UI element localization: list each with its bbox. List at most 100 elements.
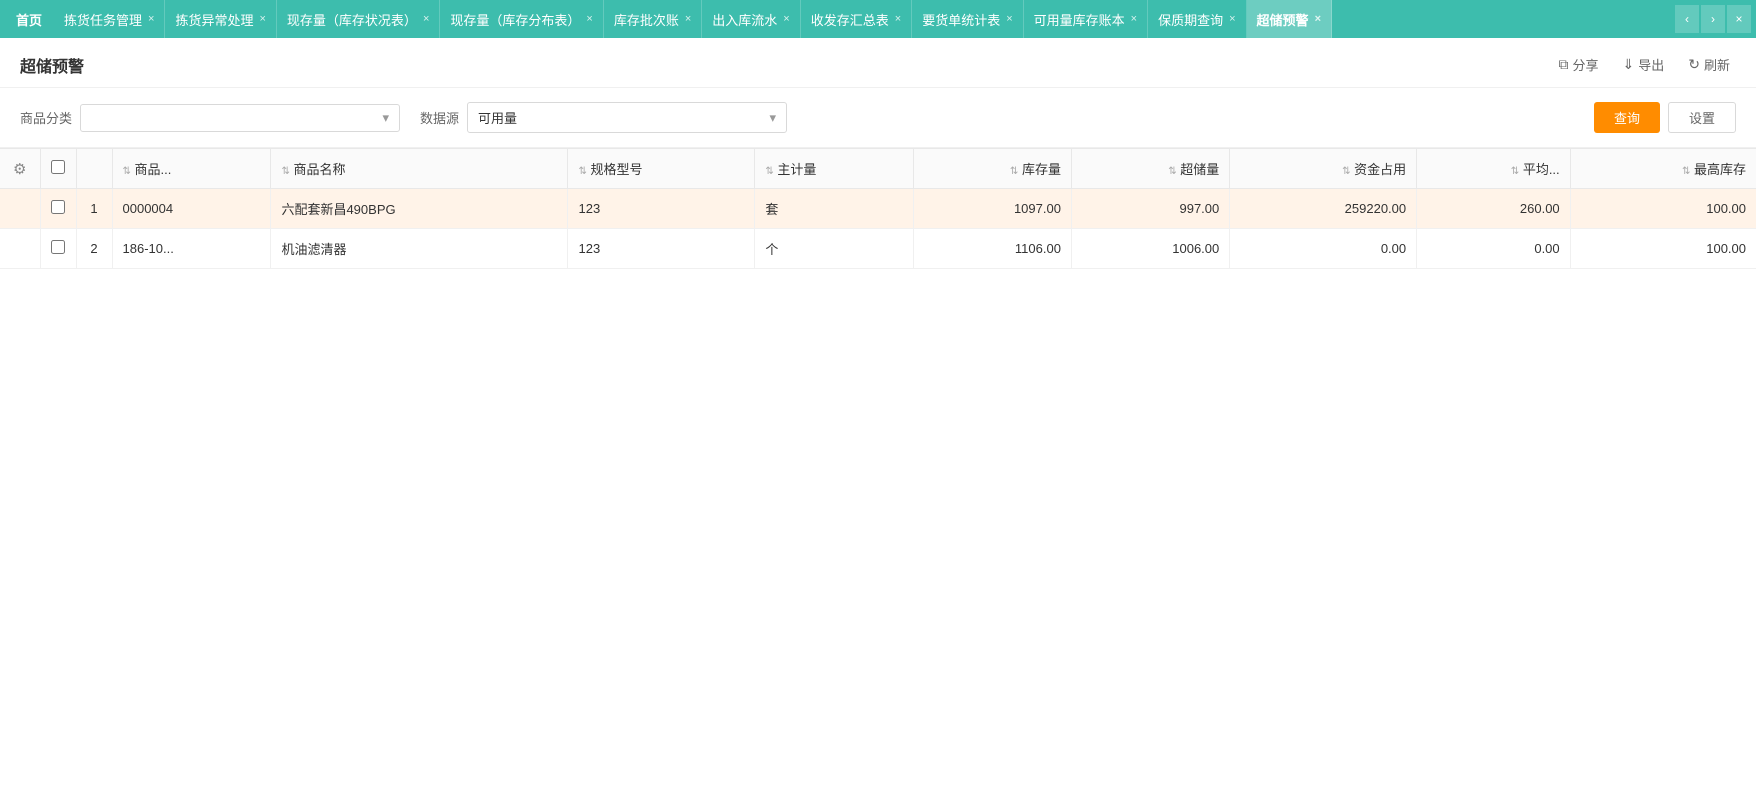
th-setting[interactable]: ⚙ — [0, 149, 40, 189]
close-tab-4[interactable]: × — [685, 13, 691, 25]
th-unit[interactable]: ⇅ 主计量 — [755, 149, 913, 189]
category-filter-group: 商品分类 ▾ — [20, 104, 400, 132]
nav-tab-5[interactable]: 出入库流水 × — [702, 0, 800, 38]
close-tab-3[interactable]: × — [586, 13, 592, 25]
close-tab-0[interactable]: × — [148, 13, 154, 25]
category-label: 商品分类 — [20, 108, 72, 127]
sort-icon: ⇅ — [1511, 166, 1519, 177]
nav-arrows: ‹ › × — [1674, 5, 1752, 33]
td-spec-0: 123 — [568, 189, 755, 229]
sort-icon: ⇅ — [765, 166, 773, 177]
th-overstock[interactable]: ⇅ 超储量 — [1071, 149, 1229, 189]
nav-tab-6[interactable]: 收发存汇总表 × — [801, 0, 912, 38]
close-tab-10[interactable]: × — [1315, 13, 1321, 25]
th-capital[interactable]: ⇅ 资金占用 — [1230, 149, 1417, 189]
td-avg-1: 0.00 — [1417, 229, 1571, 269]
row-checkbox-1[interactable] — [51, 240, 65, 254]
td-check-0 — [40, 189, 76, 229]
category-arrow-icon: ▾ — [382, 110, 389, 126]
nav-tab-7[interactable]: 要货单统计表 × — [912, 0, 1023, 38]
datasource-arrow-icon: ▾ — [770, 110, 777, 126]
row-checkbox-0[interactable] — [51, 200, 65, 214]
table-body: 1 0000004 六配套新昌490BPG 123 套 1097.00 997.… — [0, 189, 1756, 269]
td-capital-1: 0.00 — [1230, 229, 1417, 269]
page-title: 超储预警 — [20, 53, 84, 77]
data-table: ⚙ ⇅ 商品... ⇅ 商品名称 ⇅ — [0, 148, 1756, 269]
share-icon: ⧉ — [1558, 56, 1568, 73]
filter-actions: 查询 设置 — [1594, 102, 1736, 133]
td-goods-code-1: 186-10... — [112, 229, 271, 269]
table-header-row: ⚙ ⇅ 商品... ⇅ 商品名称 ⇅ — [0, 149, 1756, 189]
td-index-1: 2 — [76, 229, 112, 269]
th-spec[interactable]: ⇅ 规格型号 — [568, 149, 755, 189]
refresh-icon: ↻ — [1688, 56, 1700, 73]
datasource-label: 数据源 — [420, 108, 459, 127]
export-button[interactable]: ⇓ 导出 — [1617, 52, 1671, 77]
td-stock-1: 1106.00 — [913, 229, 1071, 269]
th-max-stock[interactable]: ⇅ 最高库存 — [1570, 149, 1756, 189]
nav-tab-2[interactable]: 现存量（库存状况表） × — [277, 0, 440, 38]
td-overstock-1: 1006.00 — [1071, 229, 1229, 269]
td-goods-code-0: 0000004 — [112, 189, 271, 229]
nav-tab-8[interactable]: 可用量库存账本 × — [1024, 0, 1148, 38]
datasource-filter-group: 数据源 可用量 ▾ — [420, 102, 787, 133]
nav-arrow-right[interactable]: › — [1701, 5, 1725, 33]
th-goods-code[interactable]: ⇅ 商品... — [112, 149, 271, 189]
close-tab-5[interactable]: × — [783, 13, 789, 25]
td-max-stock-0: 100.00 — [1570, 189, 1756, 229]
sort-icon: ⇅ — [1168, 166, 1176, 177]
td-unit-0: 套 — [755, 189, 913, 229]
th-check — [40, 149, 76, 189]
sort-icon: ⇅ — [1010, 166, 1018, 177]
td-max-stock-1: 100.00 — [1570, 229, 1756, 269]
nav-home[interactable]: 首页 — [4, 10, 54, 29]
td-unit-1: 个 — [755, 229, 913, 269]
export-icon: ⇓ — [1623, 56, 1635, 73]
table-row: 1 0000004 六配套新昌490BPG 123 套 1097.00 997.… — [0, 189, 1756, 229]
setting-gear-icon[interactable]: ⚙ — [13, 161, 26, 178]
close-tab-7[interactable]: × — [1006, 13, 1012, 25]
sort-icon: ⇅ — [123, 166, 131, 177]
td-stock-0: 1097.00 — [913, 189, 1071, 229]
nav-tab-9[interactable]: 保质期查询 × — [1148, 0, 1246, 38]
table-row: 2 186-10... 机油滤清器 123 个 1106.00 1006.00 … — [0, 229, 1756, 269]
nav-tab-0[interactable]: 拣货任务管理 × — [54, 0, 165, 38]
sort-icon: ⇅ — [1342, 166, 1350, 177]
check-all-checkbox[interactable] — [51, 160, 65, 174]
top-nav: 首页 拣货任务管理 × 拣货异常处理 × 现存量（库存状况表） × 现存量（库存… — [0, 0, 1756, 38]
nav-tab-1[interactable]: 拣货异常处理 × — [165, 0, 276, 38]
share-button[interactable]: ⧉ 分享 — [1552, 52, 1604, 77]
nav-arrow-left[interactable]: ‹ — [1675, 5, 1699, 33]
nav-tab-4[interactable]: 库存批次账 × — [604, 0, 702, 38]
sort-icon: ⇅ — [1682, 166, 1690, 177]
nav-tab-3[interactable]: 现存量（库存分布表） × — [440, 0, 603, 38]
filter-area: 商品分类 ▾ 数据源 可用量 ▾ 查询 设置 — [0, 88, 1756, 148]
td-spec-1: 123 — [568, 229, 755, 269]
refresh-button[interactable]: ↻ 刷新 — [1682, 52, 1736, 77]
category-select[interactable]: ▾ — [80, 104, 400, 132]
th-stock[interactable]: ⇅ 库存量 — [913, 149, 1071, 189]
query-button[interactable]: 查询 — [1594, 102, 1660, 133]
close-tab-6[interactable]: × — [895, 13, 901, 25]
td-overstock-0: 997.00 — [1071, 189, 1229, 229]
td-goods-name-0: 六配套新昌490BPG — [271, 189, 568, 229]
close-tab-8[interactable]: × — [1131, 13, 1137, 25]
page-content: 超储预警 ⧉ 分享 ⇓ 导出 ↻ 刷新 商品分类 ▾ 数据源 — [0, 38, 1756, 800]
close-tab-9[interactable]: × — [1229, 13, 1235, 25]
td-avg-0: 260.00 — [1417, 189, 1571, 229]
datasource-select[interactable]: 可用量 ▾ — [467, 102, 787, 133]
header-actions: ⧉ 分享 ⇓ 导出 ↻ 刷新 — [1552, 52, 1736, 77]
td-capital-0: 259220.00 — [1230, 189, 1417, 229]
th-index — [76, 149, 112, 189]
th-goods-name[interactable]: ⇅ 商品名称 — [271, 149, 568, 189]
sort-icon: ⇅ — [578, 166, 586, 177]
close-tab-1[interactable]: × — [259, 13, 265, 25]
close-tab-2[interactable]: × — [423, 13, 429, 25]
td-setting-0 — [0, 189, 40, 229]
td-index-0: 1 — [76, 189, 112, 229]
th-avg[interactable]: ⇅ 平均... — [1417, 149, 1571, 189]
nav-tab-10[interactable]: 超储预警 × — [1247, 0, 1332, 38]
td-check-1 — [40, 229, 76, 269]
setting-button[interactable]: 设置 — [1668, 102, 1736, 133]
nav-arrow-close[interactable]: × — [1727, 5, 1751, 33]
